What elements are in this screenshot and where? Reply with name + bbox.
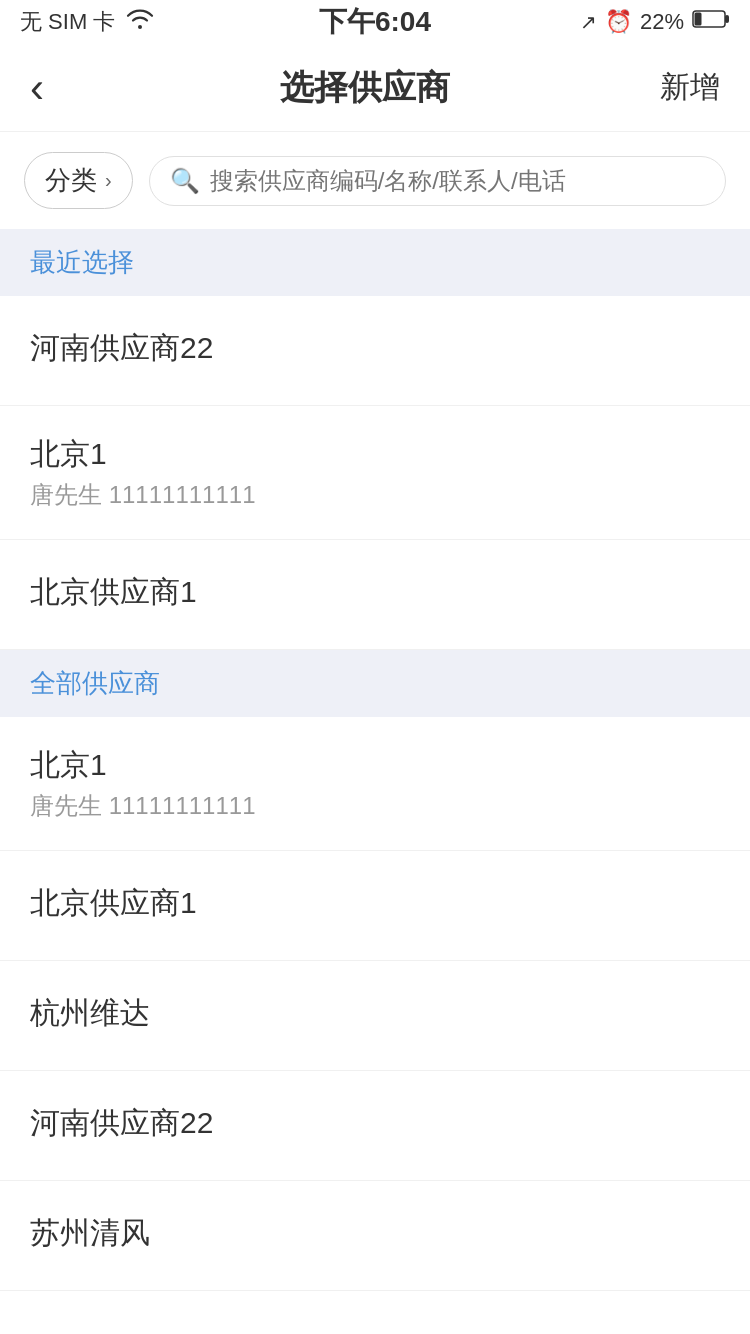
status-bar: 无 SIM 卡 下午6:04 ↗ ⏰ 22%	[0, 0, 750, 44]
list-item[interactable]: 北京1 唐先生 11111111111	[0, 406, 750, 540]
search-box[interactable]: 🔍	[149, 156, 726, 206]
search-icon: 🔍	[170, 167, 200, 195]
status-time: 下午6:04	[319, 3, 431, 41]
supplier-name: 苏州清风	[30, 1213, 720, 1254]
category-button[interactable]: 分类 ›	[24, 152, 133, 209]
search-input[interactable]	[210, 167, 705, 195]
section-header-text-all: 全部供应商	[30, 668, 160, 698]
nav-bar: ‹ 选择供应商 新增	[0, 44, 750, 132]
alarm-icon: ⏰	[605, 9, 632, 35]
supplier-name: 杭州维达	[30, 993, 720, 1034]
back-button[interactable]: ‹	[30, 64, 90, 112]
add-button[interactable]: 新增	[640, 67, 720, 108]
supplier-name: 河南供应商22	[30, 328, 720, 369]
supplier-name: 北京供应商1	[30, 883, 720, 924]
svg-rect-2	[695, 13, 702, 26]
section-header-text-recent: 最近选择	[30, 247, 134, 277]
list-item[interactable]: 北京1 唐先生 11111111111	[0, 717, 750, 851]
status-right: ↗ ⏰ 22%	[580, 9, 730, 35]
section-header-recent: 最近选择	[0, 229, 750, 296]
filter-bar: 分类 › 🔍	[0, 132, 750, 229]
section-header-all: 全部供应商	[0, 650, 750, 717]
wifi-icon	[125, 8, 155, 36]
category-label: 分类	[45, 163, 97, 198]
svg-rect-1	[725, 15, 729, 23]
list-item[interactable]: 北京供应商1	[0, 540, 750, 650]
chevron-right-icon: ›	[105, 169, 112, 192]
supplier-contact: 唐先生 11111111111	[30, 790, 720, 822]
status-left: 无 SIM 卡	[20, 7, 155, 37]
supplier-name: 河南供应商22	[30, 1103, 720, 1144]
supplier-list: 最近选择河南供应商22 北京1 唐先生 11111111111 北京供应商1 全部供应商…	[0, 229, 750, 1291]
supplier-name: 北京1	[30, 434, 720, 475]
list-item[interactable]: 苏州清风	[0, 1181, 750, 1291]
battery-level: 22%	[640, 9, 684, 35]
supplier-name: 北京供应商1	[30, 572, 720, 613]
list-item[interactable]: 河南供应商22	[0, 296, 750, 406]
no-sim-label: 无 SIM 卡	[20, 7, 115, 37]
location-icon: ↗	[580, 10, 597, 34]
supplier-contact: 唐先生 11111111111	[30, 479, 720, 511]
battery-icon	[692, 9, 730, 35]
page-title: 选择供应商	[280, 65, 450, 111]
list-item[interactable]: 杭州维达	[0, 961, 750, 1071]
list-item[interactable]: 河南供应商22	[0, 1071, 750, 1181]
list-item[interactable]: 北京供应商1	[0, 851, 750, 961]
supplier-name: 北京1	[30, 745, 720, 786]
